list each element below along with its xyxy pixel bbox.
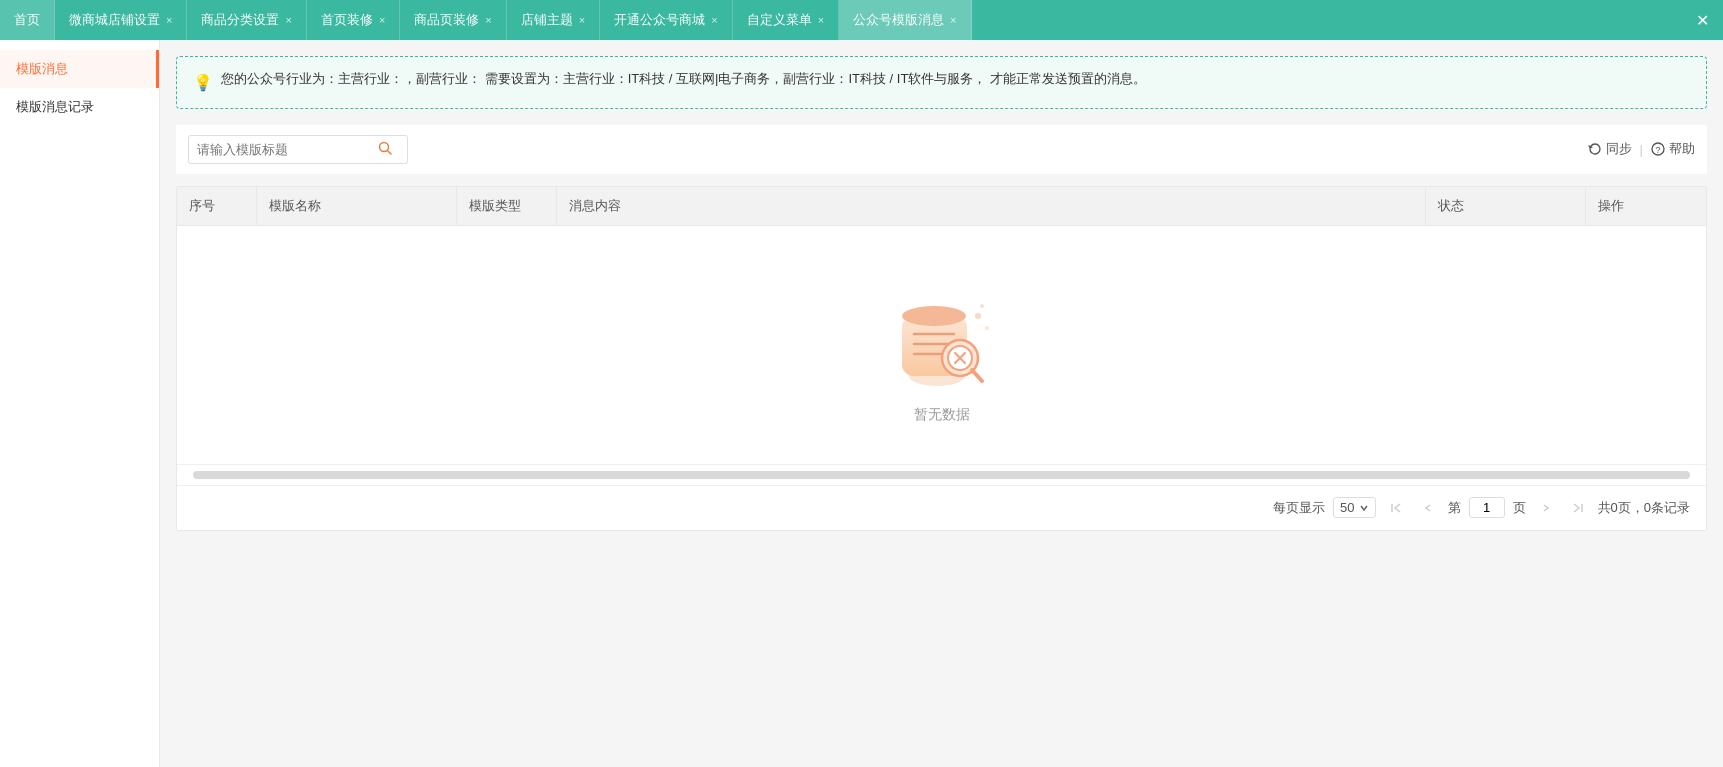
empty-illustration: [882, 286, 1002, 406]
tab-template-msg-close[interactable]: ×: [950, 14, 956, 26]
sync-label: 同步: [1606, 140, 1632, 158]
tab-category-settings-label: 商品分类设置: [201, 11, 279, 29]
help-button[interactable]: ? 帮助: [1651, 140, 1695, 158]
tab-store-theme-close[interactable]: ×: [579, 14, 585, 26]
horizontal-scrollbar[interactable]: [193, 471, 1690, 479]
sidebar: 模版消息 模版消息记录: [0, 40, 160, 767]
svg-text:?: ?: [1655, 145, 1660, 155]
th-status: 状态: [1426, 187, 1586, 225]
search-input[interactable]: [197, 142, 377, 157]
sidebar-item-template-msg[interactable]: 模版消息: [0, 50, 159, 88]
tab-home-decor-label: 首页装修: [321, 11, 373, 29]
page-size-select[interactable]: 50: [1333, 497, 1375, 518]
svg-line-1: [388, 150, 392, 154]
svg-point-18: [980, 304, 984, 308]
tab-store-settings[interactable]: 微商城店铺设置 ×: [55, 0, 187, 40]
sidebar-item-template-msg-label: 模版消息: [16, 61, 68, 76]
prev-page-icon: [1423, 503, 1433, 513]
page-label-post: 页: [1513, 499, 1526, 517]
empty-state-icon: [882, 286, 1002, 406]
th-content: 消息内容: [557, 187, 1426, 225]
tab-home-label: 首页: [14, 11, 40, 29]
tab-store-theme-label: 店铺主题: [521, 11, 573, 29]
page-number-input[interactable]: [1469, 497, 1505, 518]
help-label: 帮助: [1669, 140, 1695, 158]
notice-highlight: 需要设置为：主营行业：IT科技 / 互联网|电子商务，副营行业：IT科技 / I…: [485, 71, 987, 86]
help-icon: ?: [1651, 142, 1665, 156]
sidebar-item-template-record[interactable]: 模版消息记录: [0, 88, 159, 126]
tab-product-decor-label: 商品页装修: [414, 11, 479, 29]
pagination-bar: 每页显示 50 第: [177, 485, 1706, 530]
tab-store-settings-label: 微商城店铺设置: [69, 11, 160, 29]
first-page-button[interactable]: [1384, 496, 1408, 520]
data-table: 序号 模版名称 模版类型 消息内容 状态 操作: [176, 186, 1707, 531]
last-page-button[interactable]: [1566, 496, 1590, 520]
th-action: 操作: [1586, 187, 1706, 225]
scrollbar-area: [177, 464, 1706, 485]
toolbar-divider: |: [1640, 142, 1643, 157]
tab-custom-menu-close[interactable]: ×: [818, 14, 824, 26]
page-label-pre: 第: [1448, 499, 1461, 517]
last-page-icon: [1572, 502, 1584, 514]
prev-page-button[interactable]: [1416, 496, 1440, 520]
page-size-label: 每页显示: [1273, 499, 1325, 517]
toolbar: 同步 | ? 帮助: [176, 125, 1707, 174]
next-page-icon: [1541, 503, 1551, 513]
svg-point-16: [975, 313, 981, 319]
tab-home[interactable]: 首页: [0, 0, 55, 40]
search-button[interactable]: [377, 140, 393, 159]
th-seq: 序号: [177, 187, 257, 225]
tab-store-settings-close[interactable]: ×: [166, 14, 172, 26]
th-name: 模版名称: [257, 187, 457, 225]
total-info: 共0页，0条记录: [1598, 499, 1690, 517]
sidebar-item-template-record-label: 模版消息记录: [16, 99, 94, 114]
tab-template-msg-label: 公众号模版消息: [853, 11, 944, 29]
svg-line-13: [972, 370, 982, 381]
top-navigation: 首页 微商城店铺设置 × 商品分类设置 × 首页装修 × 商品页装修 × 店铺主…: [0, 0, 1723, 40]
content-area: 💡 您的公众号行业为：主营行业：，副营行业： 需要设置为：主营行业：IT科技 /…: [160, 40, 1723, 767]
th-type: 模版类型: [457, 187, 557, 225]
first-page-icon: [1390, 502, 1402, 514]
page-size-value: 50: [1340, 500, 1354, 515]
table-header: 序号 模版名称 模版类型 消息内容 状态 操作: [177, 187, 1706, 226]
notice-icon: 💡: [193, 70, 213, 96]
tab-custom-menu-label: 自定义菜单: [747, 11, 812, 29]
search-input-wrap[interactable]: [188, 135, 408, 164]
tab-category-close[interactable]: ×: [285, 14, 291, 26]
tab-category-settings[interactable]: 商品分类设置 ×: [187, 0, 306, 40]
sync-button[interactable]: 同步: [1588, 140, 1632, 158]
main-layout: 模版消息 模版消息记录 💡 您的公众号行业为：主营行业：，副营行业： 需要设置为…: [0, 40, 1723, 767]
svg-point-7: [902, 306, 966, 326]
tab-template-msg[interactable]: 公众号模版消息 ×: [839, 0, 971, 40]
notice-box: 💡 您的公众号行业为：主营行业：，副营行业： 需要设置为：主营行业：IT科技 /…: [176, 56, 1707, 109]
tab-home-decor[interactable]: 首页装修 ×: [307, 0, 400, 40]
tab-home-decor-close[interactable]: ×: [379, 14, 385, 26]
tab-open-mall-close[interactable]: ×: [711, 14, 717, 26]
tab-store-theme[interactable]: 店铺主题 ×: [507, 0, 600, 40]
search-icon: [377, 140, 393, 156]
notice-text: 您的公众号行业为：主营行业：，副营行业： 需要设置为：主营行业：IT科技 / 互…: [221, 69, 1146, 90]
svg-point-17: [985, 326, 989, 330]
sync-icon: [1588, 142, 1602, 156]
next-page-button[interactable]: [1534, 496, 1558, 520]
tab-open-mall-label: 开通公众号商城: [614, 11, 705, 29]
tab-product-decor-close[interactable]: ×: [485, 14, 491, 26]
empty-state: 暂无数据: [177, 226, 1706, 464]
tab-custom-menu[interactable]: 自定义菜单 ×: [733, 0, 839, 40]
window-close-button[interactable]: ✕: [1682, 0, 1723, 40]
chevron-down-icon: [1359, 503, 1369, 513]
tab-product-decor[interactable]: 商品页装修 ×: [400, 0, 506, 40]
empty-text: 暂无数据: [914, 406, 970, 424]
tab-open-mall[interactable]: 开通公众号商城 ×: [600, 0, 732, 40]
toolbar-right: 同步 | ? 帮助: [1588, 140, 1695, 158]
